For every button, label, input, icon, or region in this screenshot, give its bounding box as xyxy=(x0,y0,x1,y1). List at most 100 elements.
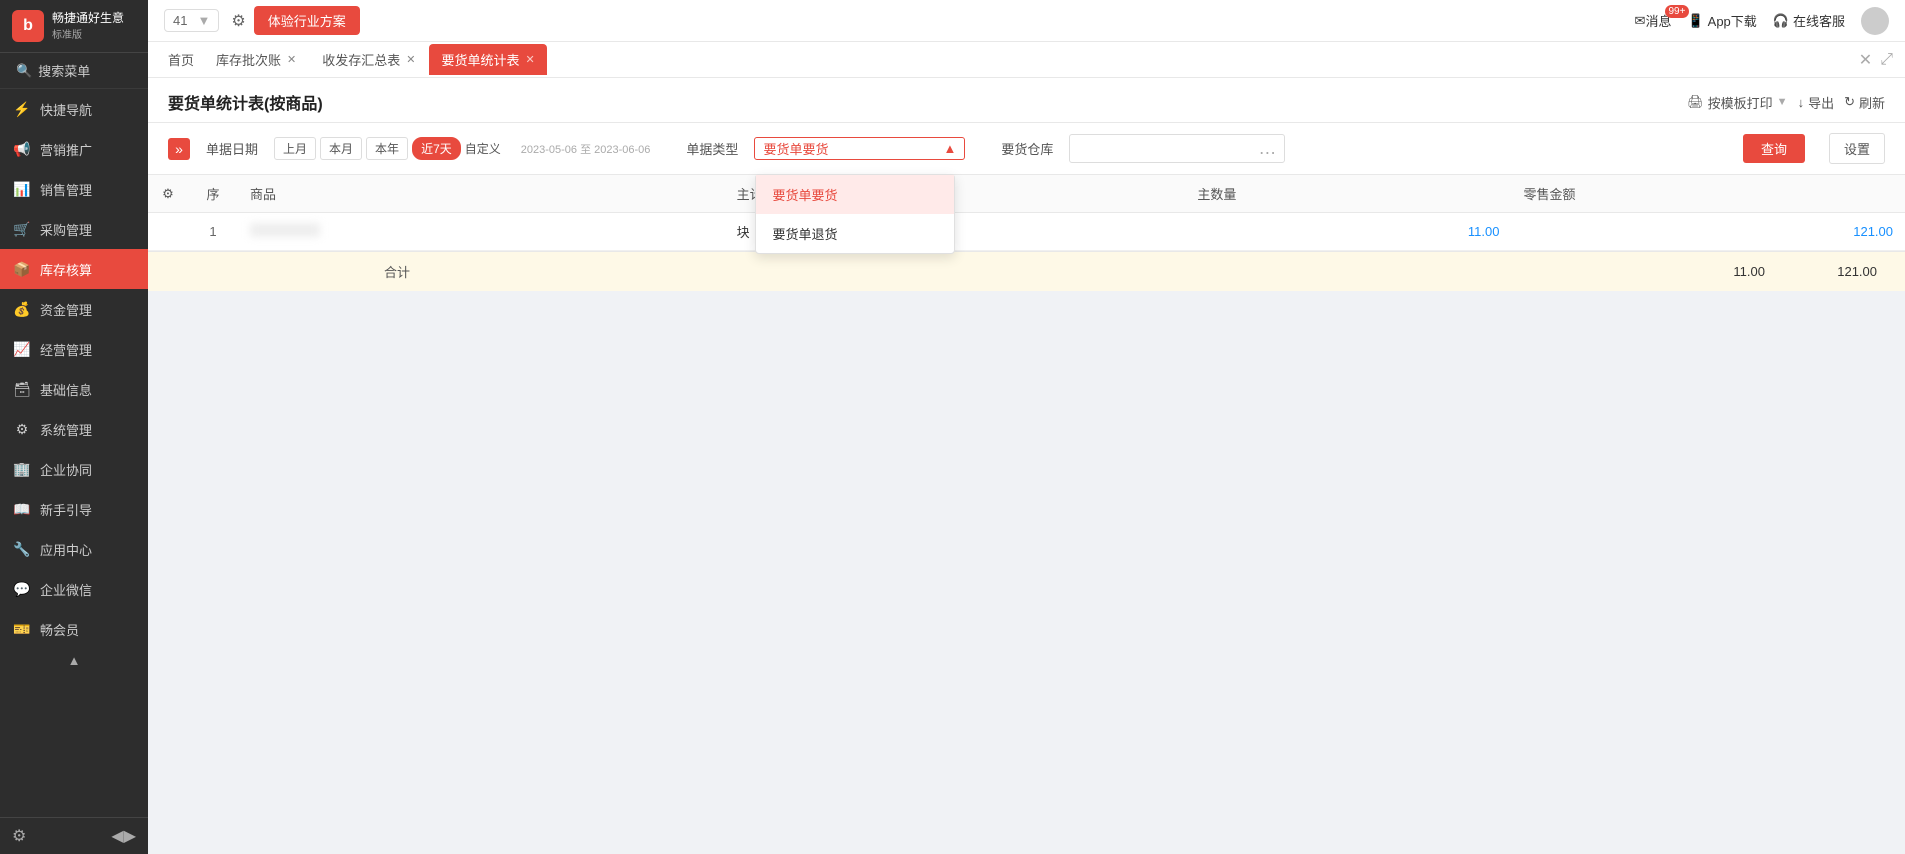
footer-amount: 121.00 xyxy=(1777,264,1877,279)
tab-close-icon[interactable]: ✕ xyxy=(287,53,296,66)
topbar-left: 41 ▼ ⚙ 体验行业方案 xyxy=(164,6,360,35)
sidebar-item-营销推广[interactable]: 📢 营销推广 xyxy=(0,129,148,169)
sidebar-icon-4: 📦 xyxy=(12,259,32,279)
date-range-display: 2023-05-06 至 2023-06-06 xyxy=(521,141,651,157)
sidebar-item-库存核算[interactable]: 📦 库存核算 xyxy=(0,249,148,289)
sidebar-item-经营管理[interactable]: 📈 经营管理 xyxy=(0,329,148,369)
col-idx-header: 序 xyxy=(188,175,238,213)
sidebar-search[interactable]: 🔍 搜索菜单 xyxy=(0,53,148,89)
date-label: 单据日期 xyxy=(206,139,258,158)
sidebar-item-系统管理[interactable]: ⚙ 系统管理 xyxy=(0,409,148,449)
tab-inventory-batch[interactable]: 库存批次账 ✕ xyxy=(204,44,308,75)
user-avatar[interactable] xyxy=(1861,7,1889,35)
refresh-label: 刷新 xyxy=(1859,93,1885,112)
sidebar-settings-icon[interactable]: ⚙ xyxy=(12,826,26,846)
app-label: App下载 xyxy=(1708,11,1757,30)
sidebar-scroll-up[interactable]: ▲ xyxy=(0,649,148,672)
warehouse-more-icon[interactable]: … xyxy=(1258,138,1276,159)
sidebar-icon-10: 📖 xyxy=(12,499,32,519)
logo-icon: b xyxy=(12,10,44,42)
sidebar-icon-5: 💰 xyxy=(12,299,32,319)
filter-row: » 单据日期 上月 本月 本年 近7天 自定义 2023-05-06 至 202… xyxy=(168,133,1885,164)
date-last7days-btn[interactable]: 近7天 xyxy=(412,137,461,160)
date-last-month-btn[interactable]: 上月 xyxy=(274,137,316,160)
print-label: 按模板打印 xyxy=(1708,93,1773,112)
sidebar-item-基础信息[interactable]: 🗃 基础信息 xyxy=(0,369,148,409)
sidebar-item-新手引导[interactable]: 📖 新手引导 xyxy=(0,489,148,529)
sidebar-icon-6: 📈 xyxy=(12,339,32,359)
sidebar-item-快捷导航[interactable]: ⚡ 快捷导航 xyxy=(0,89,148,129)
topbar-app-download[interactable]: 📱 App下载 xyxy=(1687,11,1756,30)
main-area: 41 ▼ ⚙ 体验行业方案 ✉ 消息 99+ 📱 App下载 🎧 在线客服 xyxy=(148,0,1905,854)
sidebar-label-3: 采购管理 xyxy=(40,220,92,239)
dropdown-option-order-goods[interactable]: 要货单要货 xyxy=(756,175,954,214)
tab-recv-send-summary[interactable]: 收发存汇总表 ✕ xyxy=(310,44,427,75)
sidebar-label-11: 应用中心 xyxy=(40,540,92,559)
sidebar-search-label: 搜索菜单 xyxy=(38,61,90,80)
tab-close-icon[interactable]: ✕ xyxy=(406,53,415,66)
col-amount-header: 零售金额 xyxy=(1512,175,1905,213)
sidebar-item-企业微信[interactable]: 💬 企业微信 xyxy=(0,569,148,609)
main-table: ⚙ 序 商品 主计量单位 主数量 零售金额 1 xyxy=(148,175,1905,251)
sidebar-bottom: ⚙ ◀▶ xyxy=(0,817,148,854)
type-dropdown-menu: 要货单要货 要货单退货 xyxy=(755,174,955,254)
filter-date-group: 上月 本月 本年 近7天 自定义 xyxy=(274,137,501,160)
date-this-year-btn[interactable]: 本年 xyxy=(366,137,408,160)
sidebar-collapse-icon[interactable]: ◀▶ xyxy=(111,826,136,846)
topbar-service[interactable]: 🎧 在线客服 xyxy=(1773,11,1845,30)
company-selector[interactable]: 41 ▼ xyxy=(164,9,219,32)
sidebar-label-9: 企业协同 xyxy=(40,460,92,479)
sidebar-icon-2: 📊 xyxy=(12,179,32,199)
trial-btn[interactable]: 体验行业方案 xyxy=(254,6,360,35)
row-qty: 11.00 xyxy=(1185,213,1511,251)
date-custom-btn[interactable]: 自定义 xyxy=(465,140,501,157)
sidebar-item-畅会员[interactable]: 🎫 畅会员 xyxy=(0,609,148,649)
print-btn[interactable]: 🖨 按模板打印 ▼ xyxy=(1687,93,1787,112)
dropdown-option-order-return[interactable]: 要货单退货 xyxy=(756,214,954,253)
tab-label: 要货单统计表 xyxy=(441,50,519,69)
settings-btn[interactable]: 设置 xyxy=(1829,133,1885,164)
sidebar-label-13: 畅会员 xyxy=(40,620,79,639)
col-product-header: 商品 xyxy=(238,175,725,213)
row-product xyxy=(238,213,725,251)
table-row: 1 块 11.00 121.00 xyxy=(148,213,1905,251)
warehouse-input[interactable] xyxy=(1078,141,1254,156)
sidebar-icon-12: 💬 xyxy=(12,579,32,599)
topbar-gear-icon[interactable]: ⚙ xyxy=(231,11,245,31)
sidebar-icon-1: 📢 xyxy=(12,139,32,159)
sidebar-icon-8: ⚙ xyxy=(12,419,32,439)
product-blurred xyxy=(250,223,320,237)
tab-home[interactable]: 首页 xyxy=(160,44,202,75)
filter-toggle-btn[interactable]: » xyxy=(168,138,190,160)
tab-expand-icon[interactable]: ⤢ xyxy=(1880,51,1893,69)
refresh-btn[interactable]: ↻ 刷新 xyxy=(1844,93,1885,112)
tab-close-all-icon[interactable]: ✕ xyxy=(1859,50,1872,70)
service-label: 在线客服 xyxy=(1793,11,1845,30)
sidebar-item-销售管理[interactable]: 📊 销售管理 xyxy=(0,169,148,209)
tab-label: 库存批次账 xyxy=(216,50,281,69)
query-btn[interactable]: 查询 xyxy=(1743,134,1805,163)
col-settings[interactable]: ⚙ xyxy=(148,175,188,213)
sidebar-label-10: 新手引导 xyxy=(40,500,92,519)
sidebar-item-资金管理[interactable]: 💰 资金管理 xyxy=(0,289,148,329)
sidebar-item-应用中心[interactable]: 🔧 应用中心 xyxy=(0,529,148,569)
export-btn[interactable]: ↓ 导出 xyxy=(1798,93,1835,112)
table-section: ⚙ 序 商品 主计量单位 主数量 零售金额 1 xyxy=(148,175,1905,251)
topbar-message[interactable]: ✉ 消息 99+ xyxy=(1635,11,1672,30)
sidebar-label-0: 快捷导航 xyxy=(40,100,92,119)
sidebar-item-企业协同[interactable]: 🏢 企业协同 xyxy=(0,449,148,489)
export-label: 导出 xyxy=(1808,93,1834,112)
type-input[interactable] xyxy=(763,141,939,156)
type-dropdown-arrow-icon[interactable]: ▲ xyxy=(943,141,956,156)
sidebar-label-6: 经营管理 xyxy=(40,340,92,359)
export-icon: ↓ xyxy=(1798,95,1805,110)
footer-label: 合计 xyxy=(384,262,410,281)
tab-order-stats[interactable]: 要货单统计表 ✕ xyxy=(429,44,546,75)
tab-close-icon[interactable]: ✕ xyxy=(526,53,535,66)
row-checkbox[interactable] xyxy=(148,213,188,251)
date-this-month-btn[interactable]: 本月 xyxy=(320,137,362,160)
sidebar-item-采购管理[interactable]: 🛒 采购管理 xyxy=(0,209,148,249)
type-input-container: ▲ 要货单要货 要货单退货 xyxy=(754,137,965,160)
app-icon: 📱 xyxy=(1687,13,1703,29)
type-label: 单据类型 xyxy=(686,139,738,158)
